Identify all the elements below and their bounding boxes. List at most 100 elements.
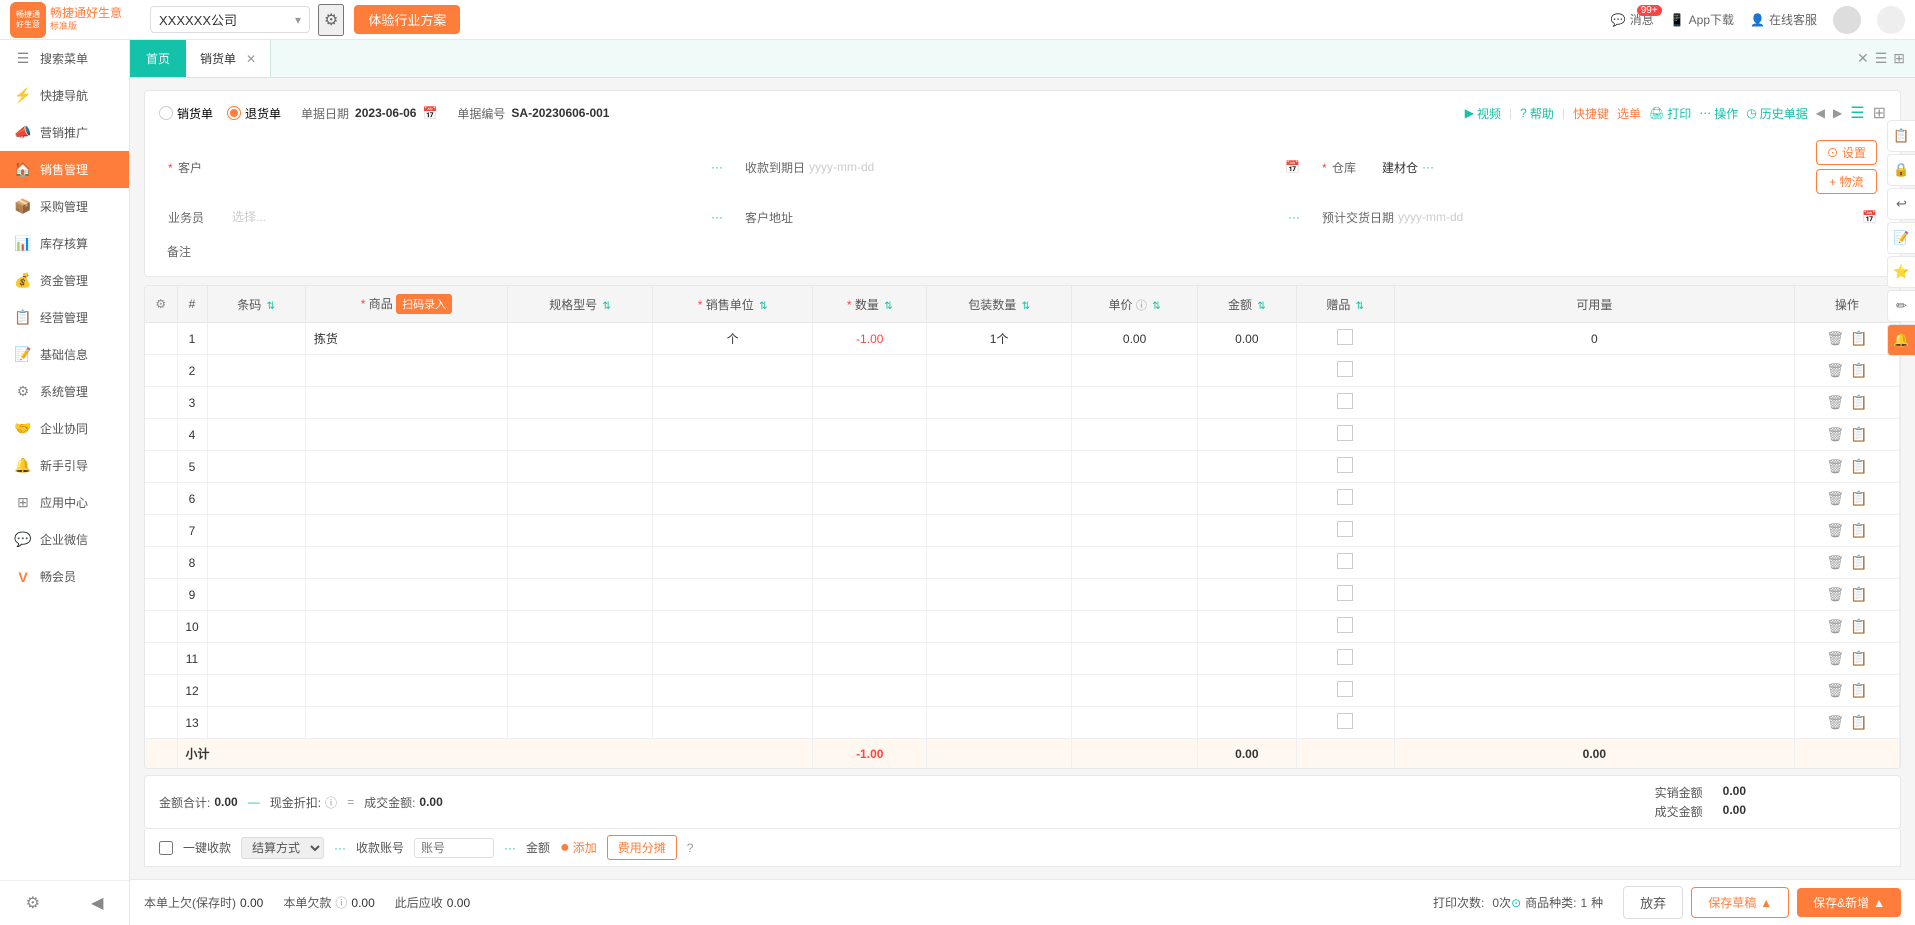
operations-link[interactable]: ⋯ 操作 xyxy=(1699,105,1738,122)
notes-input[interactable] xyxy=(227,245,1878,259)
sidebar-item-quick-nav[interactable]: ⚡ 快捷导航 xyxy=(0,77,129,114)
settings-btn[interactable]: ⊙ 设置 xyxy=(1816,140,1877,165)
row-delete-icon-1[interactable]: 🗑 xyxy=(1826,330,1844,347)
row-delete-icon-6[interactable]: 🗑 xyxy=(1826,490,1844,507)
sidebar-collapse-icon[interactable]: ◀ xyxy=(87,889,107,917)
sidebar-item-wechat[interactable]: 💬 企业微信 xyxy=(0,521,129,558)
gift-checkbox-8[interactable] xyxy=(1337,553,1353,569)
payment-method-dots[interactable]: ··· xyxy=(334,841,346,855)
row-delete-icon-4[interactable]: 🗑 xyxy=(1826,426,1844,443)
gift-checkbox-2[interactable] xyxy=(1337,361,1353,377)
layout-grid-icon[interactable]: ⊞ xyxy=(1873,103,1886,123)
row-quantity-6[interactable] xyxy=(813,483,927,515)
user-avatar2[interactable] xyxy=(1877,6,1905,34)
company-selector[interactable]: XXXXXX公司 ▾ xyxy=(150,6,310,33)
row-gift-11[interactable] xyxy=(1296,643,1394,675)
sidebar-item-sales[interactable]: 🏠 销售管理 xyxy=(0,151,129,188)
payment-method-select[interactable]: 结算方式 xyxy=(241,837,324,859)
row-gift-6[interactable] xyxy=(1296,483,1394,515)
shortcut-link[interactable]: 快捷键 xyxy=(1573,105,1609,122)
collect-calendar-icon[interactable]: 📅 xyxy=(1285,160,1300,174)
message-btn[interactable]: 💬 消息 99+ xyxy=(1611,11,1654,28)
row-delete-icon-7[interactable]: 🗑 xyxy=(1826,522,1844,539)
row-quantity-5[interactable] xyxy=(813,451,927,483)
gift-checkbox-11[interactable] xyxy=(1337,649,1353,665)
row-copy-icon-1[interactable]: 📋 xyxy=(1850,330,1867,347)
rfp-notify-btn[interactable]: 🔔 xyxy=(1887,324,1915,356)
tab-close-icon[interactable]: ✕ xyxy=(246,52,256,66)
row-copy-icon-9[interactable]: 📋 xyxy=(1850,586,1867,603)
discard-btn[interactable]: 放弃 xyxy=(1623,886,1683,919)
row-delete-icon-3[interactable]: 🗑 xyxy=(1826,394,1844,411)
product-type-icon[interactable]: ⊙ xyxy=(1511,896,1521,910)
row-delete-icon-8[interactable]: 🗑 xyxy=(1826,554,1844,571)
row-gift-5[interactable] xyxy=(1296,451,1394,483)
add-pay-btn[interactable]: ● 添加 xyxy=(560,839,597,857)
help-link[interactable]: ? 帮助 xyxy=(1520,105,1554,122)
sidebar-item-members[interactable]: V 畅会员 xyxy=(0,558,129,595)
tab-close-all-icon[interactable]: ✕ xyxy=(1857,50,1869,67)
row-quantity-12[interactable] xyxy=(813,675,927,707)
price-sort-icon[interactable]: ⇅ xyxy=(1152,301,1160,312)
row-delete-icon-13[interactable]: 🗑 xyxy=(1826,714,1844,731)
gift-checkbox-4[interactable] xyxy=(1337,425,1353,441)
sidebar-item-system[interactable]: ⚙ 系统管理 xyxy=(0,373,129,410)
sidebar-item-basic-info[interactable]: 📝 基础信息 xyxy=(0,336,129,373)
unit-sort-icon[interactable]: ⇅ xyxy=(759,301,767,312)
row-copy-icon-10[interactable]: 📋 xyxy=(1850,618,1867,635)
one-click-pay-checkbox[interactable] xyxy=(159,841,173,855)
account-dots[interactable]: ··· xyxy=(504,841,516,855)
tab-layout-icon1[interactable]: ☰ xyxy=(1875,50,1888,67)
row-gift-9[interactable] xyxy=(1296,579,1394,611)
expected-date-input[interactable] xyxy=(1394,208,1858,226)
row-delete-icon-12[interactable]: 🗑 xyxy=(1826,682,1844,699)
save-new-btn[interactable]: 保存&新增 ▲ xyxy=(1797,888,1901,917)
row-delete-icon-10[interactable]: 🗑 xyxy=(1826,618,1844,635)
layout-list-icon[interactable]: ☰ xyxy=(1850,103,1864,123)
print-link[interactable]: 🖨 打印 xyxy=(1649,105,1691,122)
row-quantity-9[interactable] xyxy=(813,579,927,611)
sidebar-item-apps[interactable]: ⊞ 应用中心 xyxy=(0,484,129,521)
salesperson-dots-icon[interactable]: ··· xyxy=(711,210,723,224)
row-delete-icon-9[interactable]: 🗑 xyxy=(1826,586,1844,603)
discount-info-icon[interactable]: ⓘ xyxy=(325,794,337,811)
row-copy-icon-3[interactable]: 📋 xyxy=(1850,394,1867,411)
row-copy-icon-4[interactable]: 📋 xyxy=(1850,426,1867,443)
row-gift-10[interactable] xyxy=(1296,611,1394,643)
fenpai-help-icon[interactable]: ? xyxy=(687,841,694,855)
history-link[interactable]: ◷ 历史单据 xyxy=(1746,105,1808,122)
row-copy-icon-7[interactable]: 📋 xyxy=(1850,522,1867,539)
rfp-back-btn[interactable]: ↩ xyxy=(1887,188,1915,220)
qty-sort-icon[interactable]: ⇅ xyxy=(884,301,892,312)
row-delete-icon-5[interactable]: 🗑 xyxy=(1826,458,1844,475)
online-service-btn[interactable]: 👤 在线客服 xyxy=(1750,11,1817,28)
select-link[interactable]: 选单 xyxy=(1617,105,1641,122)
gift-sort-icon[interactable]: ⇅ xyxy=(1356,301,1364,312)
pack-sort-icon[interactable]: ⇅ xyxy=(1022,301,1030,312)
row-quantity-2[interactable] xyxy=(813,355,927,387)
tab-layout-icon2[interactable]: ⊞ xyxy=(1893,50,1905,67)
tab-home[interactable]: 首页 xyxy=(130,40,186,77)
row-copy-icon-6[interactable]: 📋 xyxy=(1850,490,1867,507)
tab-sales-order[interactable]: 销货单 ✕ xyxy=(186,40,271,77)
sidebar-item-finance[interactable]: 💰 资金管理 xyxy=(0,262,129,299)
total-debt-info-icon[interactable]: ⓘ xyxy=(335,894,347,911)
rfp-lock-btn[interactable]: 🔒 xyxy=(1887,154,1915,186)
radio-return[interactable]: 退货单 xyxy=(227,105,281,122)
settings-icon-btn[interactable]: ⚙ xyxy=(318,4,344,36)
rfp-note-btn[interactable]: 📋 xyxy=(1887,120,1915,152)
logistics-btn[interactable]: + 物流 xyxy=(1816,169,1877,194)
row-quantity-8[interactable] xyxy=(813,547,927,579)
gift-checkbox-6[interactable] xyxy=(1337,489,1353,505)
row-quantity-7[interactable] xyxy=(813,515,927,547)
customer-address-dots-icon[interactable]: ··· xyxy=(1288,210,1300,224)
trial-btn[interactable]: 体验行业方案 xyxy=(354,5,460,34)
row-gift-1[interactable] xyxy=(1296,323,1394,355)
nav-next-icon[interactable]: ▶ xyxy=(1833,106,1842,120)
sidebar-settings-icon[interactable]: ⚙ xyxy=(22,889,44,917)
row-gift-2[interactable] xyxy=(1296,355,1394,387)
row-gift-12[interactable] xyxy=(1296,675,1394,707)
sidebar-item-operations[interactable]: 📋 经营管理 xyxy=(0,299,129,336)
row-quantity-4[interactable] xyxy=(813,419,927,451)
gift-checkbox-5[interactable] xyxy=(1337,457,1353,473)
